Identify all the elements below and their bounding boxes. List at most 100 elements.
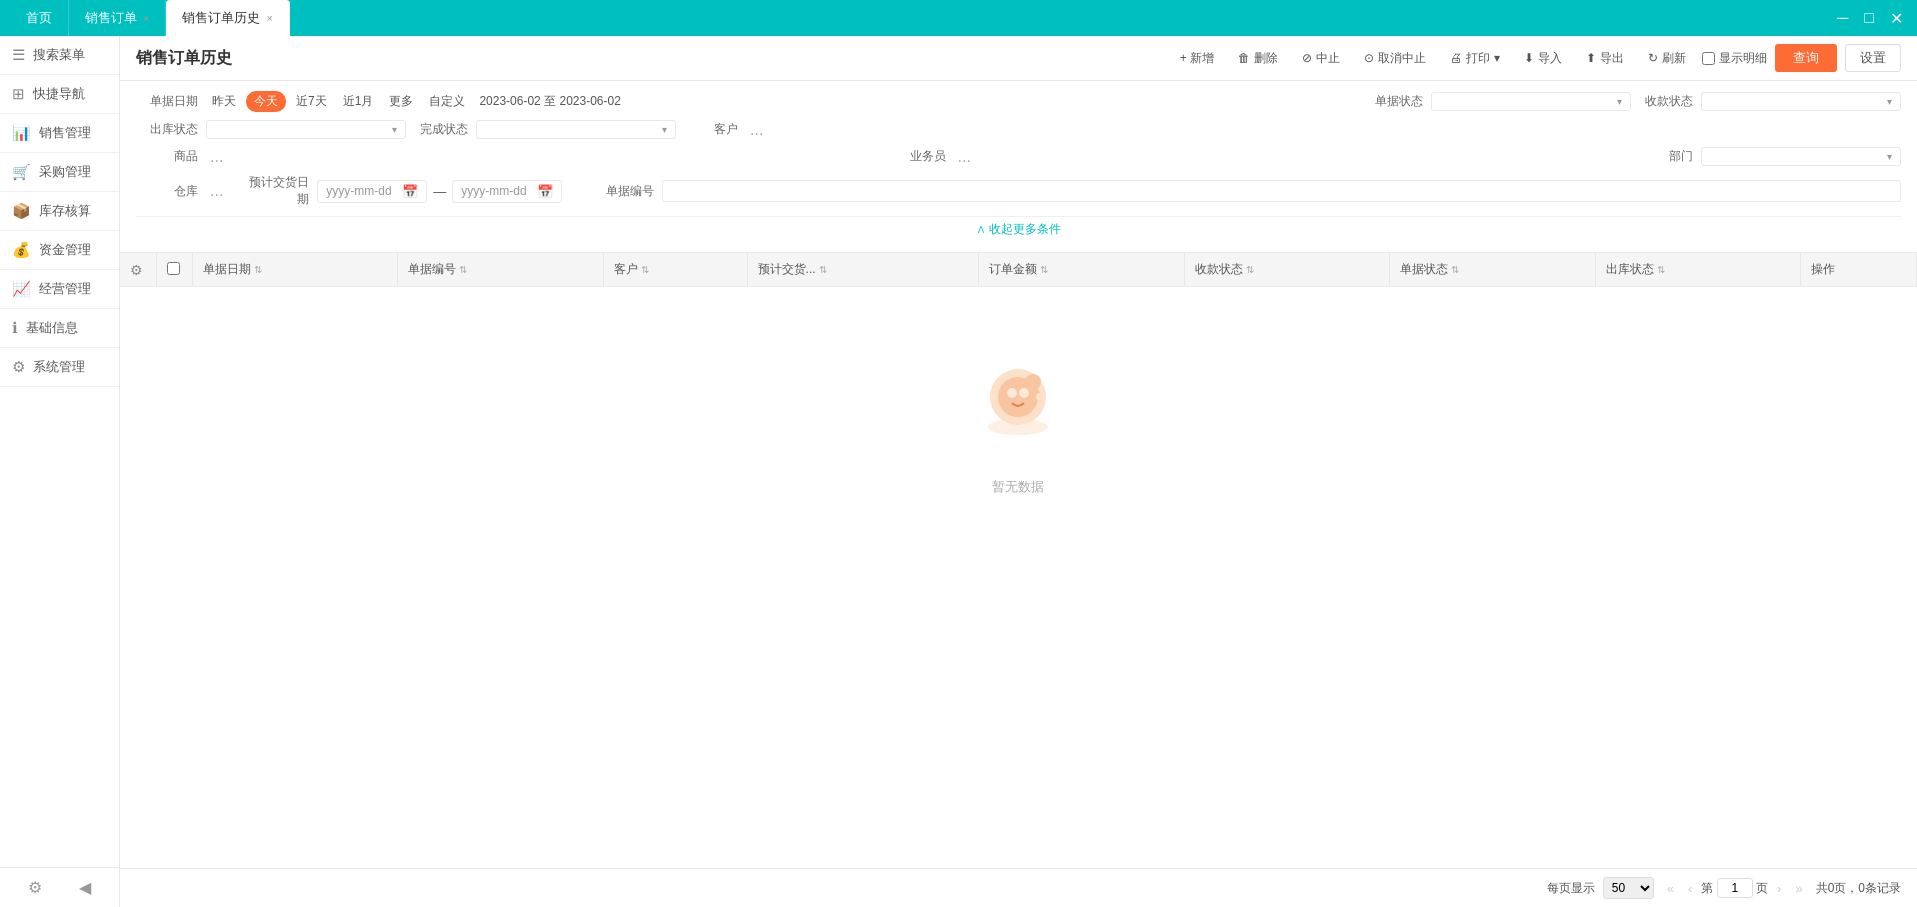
dept-label: 部门 [1631, 148, 1701, 165]
sidebar-item-system[interactable]: ⚙ 系统管理 [0, 348, 119, 387]
sidebar-item-search[interactable]: ☰ 搜索菜单 [0, 36, 119, 75]
tab-sales-order-close[interactable]: × [143, 12, 149, 24]
delivery-sort-icon[interactable]: ⇅ [819, 264, 827, 275]
setting-button[interactable]: 设置 [1845, 44, 1901, 72]
date-btn-1month[interactable]: 近1月 [337, 91, 380, 112]
date-btn-more[interactable]: 更多 [383, 91, 419, 112]
bill-sort-icon[interactable]: ⇅ [1451, 264, 1459, 275]
payment-sort-icon[interactable]: ⇅ [1246, 264, 1254, 275]
th-no: 单据编号⇅ [398, 253, 604, 287]
delivery-date-dash: — [427, 184, 452, 199]
payment-status-label: 收款状态 [1631, 93, 1701, 110]
th-operation: 操作 [1801, 253, 1917, 287]
no-sort-icon[interactable]: ⇅ [459, 264, 467, 275]
page-nav: « ‹ 第 页 › » [1662, 878, 1808, 898]
sidebar-item-purchase[interactable]: 🛒 采购管理 [0, 153, 119, 192]
display-detail-checkbox[interactable] [1702, 52, 1715, 65]
collapse-bar[interactable]: ∧ 收起更多条件 [136, 216, 1901, 242]
svg-point-3 [1007, 388, 1017, 398]
cancel-stop-button[interactable]: ⊙ 取消中止 [1356, 46, 1434, 71]
payment-status-select[interactable]: ▾ [1701, 92, 1901, 111]
warehouse-label: 仓库 [136, 183, 206, 200]
print-button[interactable]: 🖨 打印 ▾ [1442, 46, 1508, 71]
tab-sales-order[interactable]: 销售订单 × [69, 0, 166, 36]
th-outbound-status: 出库状态⇅ [1595, 253, 1801, 287]
delivery-date-end-input[interactable]: yyyy-mm-dd 📅 [452, 180, 562, 203]
inventory-icon: 📦 [12, 202, 31, 220]
sidebar-item-shortcut[interactable]: ⊞ 快捷导航 [0, 75, 119, 114]
tab-sales-order-history-close[interactable]: × [266, 12, 272, 24]
select-all-checkbox[interactable] [167, 262, 180, 275]
sidebar-item-shortcut-label: 快捷导航 [33, 85, 85, 103]
outbound-status-select[interactable]: ▾ [206, 120, 406, 139]
customer-sort-icon[interactable]: ⇅ [641, 264, 649, 275]
empty-illustration [968, 347, 1068, 466]
sidebar-settings-icon[interactable]: ⚙ [28, 878, 42, 897]
next-page-button[interactable]: › [1772, 879, 1786, 898]
payment-status-arrow-icon: ▾ [1887, 96, 1892, 107]
tab-home-label: 首页 [26, 9, 52, 27]
topbar-minimize-icon[interactable]: ─ [1833, 5, 1852, 31]
sidebar-item-finance[interactable]: 💰 资金管理 [0, 231, 119, 270]
date-btn-7days[interactable]: 近7天 [290, 91, 333, 112]
sidebar-item-inventory[interactable]: 📦 库存核算 [0, 192, 119, 231]
filter-row-3: 商品 ... 业务员 ... 部门 ▾ [136, 147, 1901, 166]
delivery-date-label: 预计交货日期 [247, 174, 317, 208]
customer-label: 客户 [676, 121, 746, 138]
sidebar-item-purchase-label: 采购管理 [39, 163, 91, 181]
new-button[interactable]: + 新增 [1172, 46, 1222, 71]
table-settings-icon[interactable]: ⚙ [130, 262, 143, 278]
topbar-close-icon[interactable]: ✕ [1886, 5, 1907, 32]
topbar-maximize-icon[interactable]: □ [1860, 5, 1878, 31]
customer-select[interactable]: ... [746, 121, 767, 139]
dept-select[interactable]: ▾ [1701, 147, 1901, 166]
delivery-date-start-input[interactable]: yyyy-mm-dd 📅 [317, 180, 427, 203]
empty-text: 暂无数据 [992, 478, 1044, 496]
tab-list: 首页 销售订单 × 销售订单历史 × [10, 0, 290, 36]
last-page-button[interactable]: » [1790, 879, 1807, 898]
date-btn-custom[interactable]: 自定义 [423, 91, 471, 112]
complete-status-select[interactable]: ▾ [476, 120, 676, 139]
sidebar-collapse-icon[interactable]: ◀ [79, 878, 91, 897]
bill-status-select[interactable]: ▾ [1431, 92, 1631, 111]
prev-page-button[interactable]: ‹ [1683, 879, 1697, 898]
export-button[interactable]: ⬆ 导出 [1578, 46, 1632, 71]
product-select[interactable]: ... [206, 148, 227, 166]
stop-button[interactable]: ⊘ 中止 [1294, 46, 1348, 71]
date-btn-yesterday[interactable]: 昨天 [206, 91, 242, 112]
page-number-input[interactable] [1717, 878, 1753, 898]
sidebar-item-basic[interactable]: ℹ 基础信息 [0, 309, 119, 348]
sidebar-item-operation[interactable]: 📈 经营管理 [0, 270, 119, 309]
outbound-status-label: 出库状态 [136, 121, 206, 138]
top-bar: 首页 销售订单 × 销售订单历史 × ─ □ ✕ [0, 0, 1917, 36]
query-button[interactable]: 查询 [1775, 44, 1837, 72]
sales-icon: 📊 [12, 124, 31, 142]
display-detail-checkbox-wrapper[interactable]: 显示明细 [1702, 50, 1767, 67]
import-button[interactable]: ⬇ 导入 [1516, 46, 1570, 71]
delete-button[interactable]: 🗑 删除 [1230, 46, 1286, 71]
page-size-select[interactable]: 50 10 20 100 [1603, 877, 1654, 899]
bill-no-input[interactable] [662, 180, 1901, 202]
warehouse-select[interactable]: ... [206, 182, 227, 200]
sidebar-item-sales[interactable]: 📊 销售管理 [0, 114, 119, 153]
tab-home[interactable]: 首页 [10, 0, 69, 36]
delivery-date-end-calendar-icon: 📅 [537, 184, 553, 199]
filter-row-4: 仓库 ... 预计交货日期 yyyy-mm-dd 📅 — yyyy-mm-dd … [136, 174, 1901, 208]
purchase-icon: 🛒 [12, 163, 31, 181]
dept-arrow-icon: ▾ [1887, 151, 1892, 162]
sidebar-item-inventory-label: 库存核算 [39, 202, 91, 220]
sidebar-item-operation-label: 经营管理 [39, 280, 91, 298]
refresh-button[interactable]: ↻ 刷新 [1640, 46, 1694, 71]
first-page-button[interactable]: « [1662, 879, 1679, 898]
date-btn-today[interactable]: 今天 [246, 91, 286, 112]
refresh-icon: ↻ [1648, 51, 1658, 65]
date-filter-label: 单据日期 [136, 93, 206, 110]
tab-sales-order-history-label: 销售订单历史 [182, 9, 260, 27]
salesperson-select[interactable]: ... [954, 148, 975, 166]
tab-sales-order-history[interactable]: 销售订单历史 × [166, 0, 289, 36]
date-sort-icon[interactable]: ⇅ [254, 264, 262, 275]
th-bill-status: 单据状态⇅ [1390, 253, 1596, 287]
shortcut-icon: ⊞ [12, 85, 25, 103]
outbound-sort-icon[interactable]: ⇅ [1657, 264, 1665, 275]
amount-sort-icon[interactable]: ⇅ [1040, 264, 1048, 275]
